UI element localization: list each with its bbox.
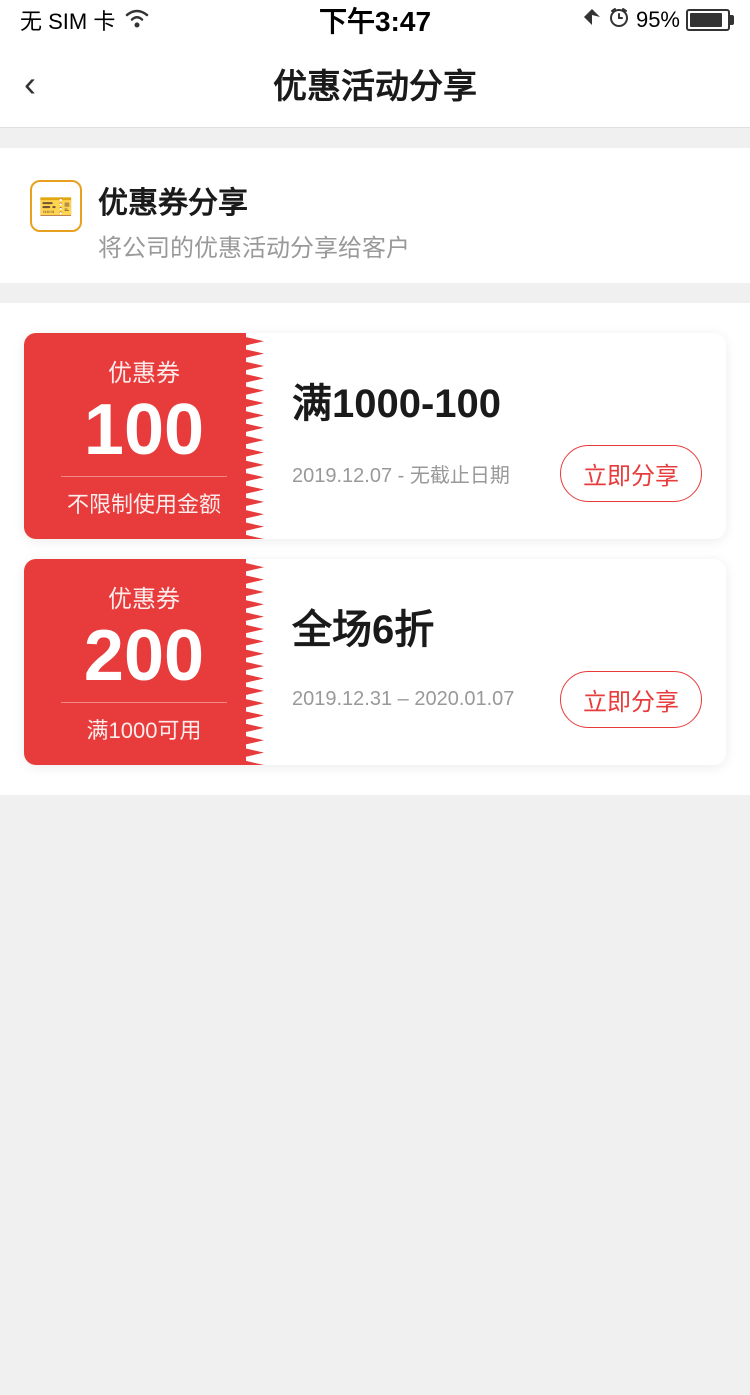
coupon-name-2: 全场6折 [292,597,702,655]
back-button[interactable]: ‹ [24,63,36,105]
section-text-group: 优惠券分享 将公司的优惠活动分享给客户 [98,178,410,263]
carrier-label: 无 SIM 卡 [20,4,115,36]
coupon-date-1: 2019.12.07 - 无截止日期 [292,459,550,488]
alarm-icon [608,6,630,34]
nav-bar: ‹ 优惠活动分享 [0,40,750,128]
coupon-date-2: 2019.12.31 – 2020.01.07 [292,688,550,711]
coupon-left-2: 优惠券 200 满1000可用 [24,559,264,765]
section-icon: 🎫 [30,180,82,232]
coupon-card-2: 优惠券 200 满1000可用 全场6折 2019.12.31 – 2020.0… [24,559,726,765]
coupon-left: 优惠券 100 不限制使用金额 [24,333,264,539]
coupon-amount-1: 100 [84,394,204,466]
coupon-condition-2: 满1000可用 [87,713,202,745]
coupon-name-1: 满1000-100 [292,371,702,429]
coupon-card: 优惠券 100 不限制使用金额 满1000-100 2019.12.07 - 无… [24,333,726,539]
background-area [0,795,750,1395]
coupon-divider-2 [61,702,227,703]
coupon-bottom-row-1: 2019.12.07 - 无截止日期 立即分享 [292,445,702,502]
share-button-2[interactable]: 立即分享 [560,671,702,728]
status-right: 95% [582,6,730,34]
share-button-1[interactable]: 立即分享 [560,445,702,502]
status-bar: 无 SIM 卡 下午3:47 95% [0,0,750,40]
wifi-icon [123,6,151,34]
coupon-type-1: 优惠券 [108,353,180,388]
coupon-right-2: 全场6折 2019.12.31 – 2020.01.07 立即分享 [264,559,726,765]
page-title: 优惠活动分享 [273,59,477,108]
battery-percent: 95% [636,7,680,33]
coupon-amount-2: 200 [84,620,204,692]
coupon-type-2: 优惠券 [108,579,180,614]
coupon-list: 优惠券 100 不限制使用金额 满1000-100 2019.12.07 - 无… [0,303,750,795]
section-title: 优惠券分享 [98,178,410,222]
status-left: 无 SIM 卡 [20,4,151,36]
battery-icon [686,9,730,31]
section-subtitle: 将公司的优惠活动分享给客户 [98,228,410,263]
section-header: 🎫 优惠券分享 将公司的优惠活动分享给客户 [0,148,750,283]
coupon-divider-1 [61,476,227,477]
coupon-right-1: 满1000-100 2019.12.07 - 无截止日期 立即分享 [264,333,726,539]
coupon-bottom-row-2: 2019.12.31 – 2020.01.07 立即分享 [292,671,702,728]
status-time: 下午3:47 [319,0,431,40]
coupon-condition-1: 不限制使用金额 [67,487,221,519]
location-icon [582,7,602,33]
